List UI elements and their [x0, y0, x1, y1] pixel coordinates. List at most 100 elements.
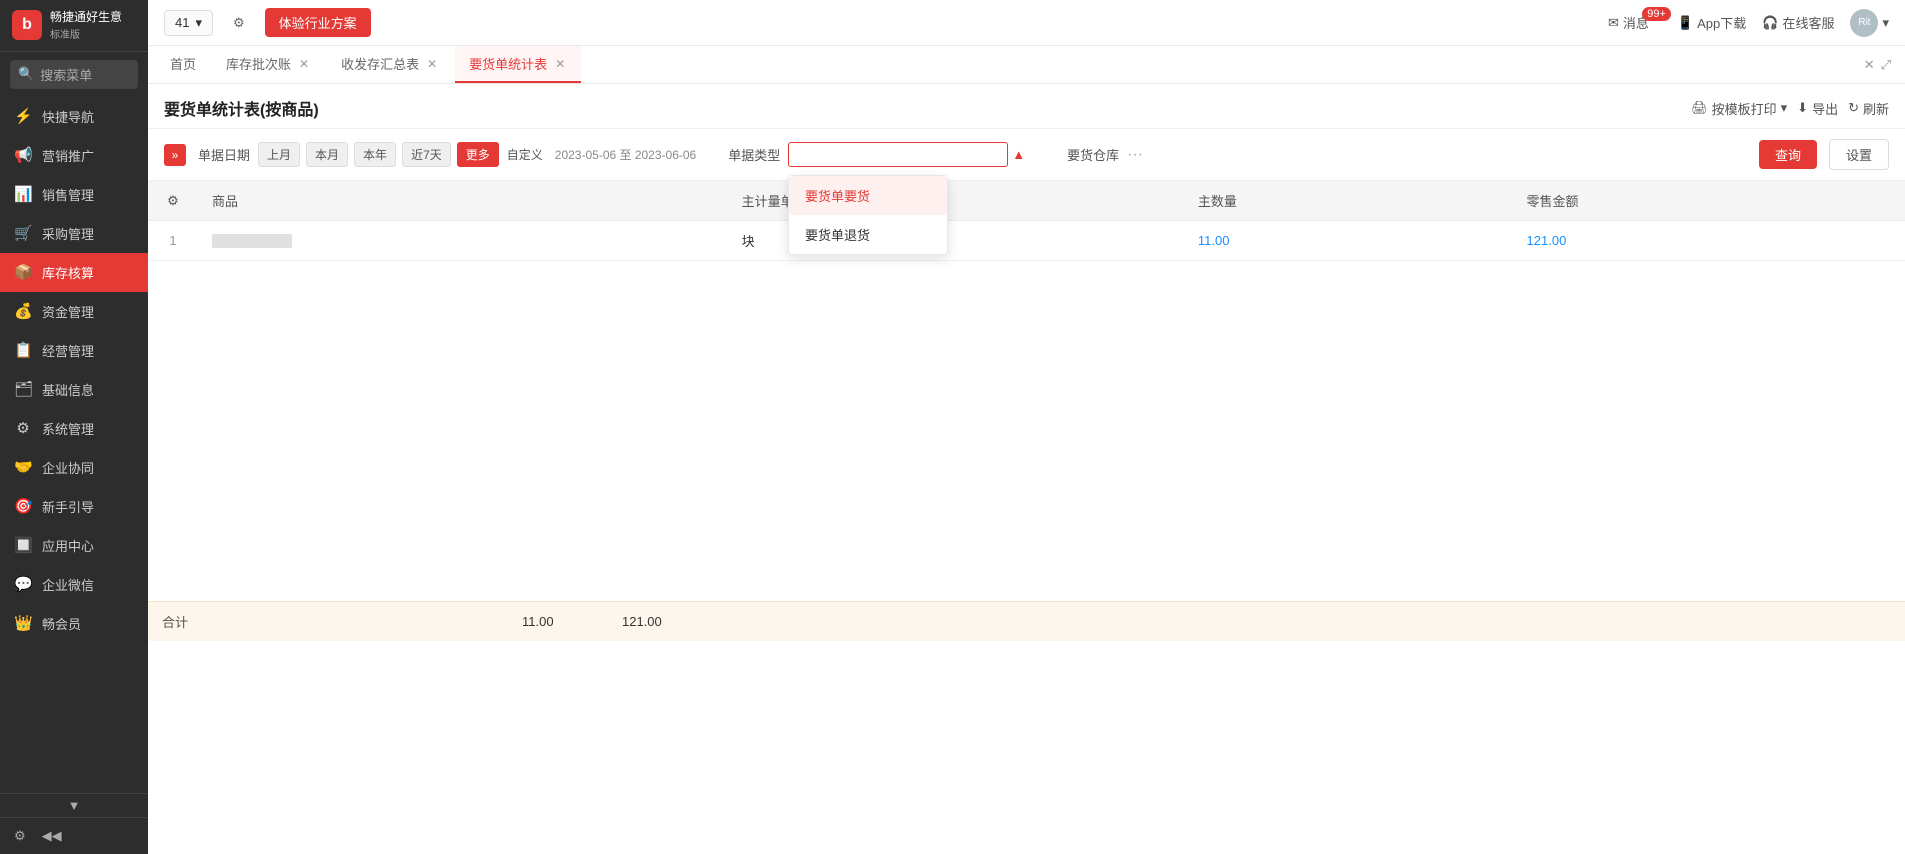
sidebar-item-apps[interactable]: 🔲 应用中心	[0, 526, 148, 565]
data-table: ⚙ 商品 主计量单位 主数量 零售金额 1	[148, 181, 1905, 261]
filter-expand-button[interactable]: »	[164, 144, 186, 166]
date-shortcut-thismonth[interactable]: 本月	[306, 142, 348, 167]
tab-recv-summary[interactable]: 收发存汇总表 ✕	[327, 46, 453, 83]
sidebar-search[interactable]: 🔍 搜索菜单	[10, 60, 138, 89]
tab-recv-summary-close[interactable]: ✕	[425, 56, 439, 72]
tab-order-stat-close[interactable]: ✕	[553, 56, 567, 72]
sidebar-item-quick-nav[interactable]: ⚡ 快捷导航	[0, 97, 148, 136]
avatar-text: Rit	[1858, 17, 1870, 28]
app-name: 畅捷通好生意	[50, 10, 122, 26]
table-row: 1 块 11.00 121.00	[148, 221, 1905, 261]
sidebar-item-base[interactable]: 🗂 基础信息	[0, 370, 148, 409]
sidebar-item-marketing[interactable]: 📢 营销推广	[0, 136, 148, 175]
store-dropdown-icon: ▾	[195, 15, 202, 31]
dropdown-item-order-goods[interactable]: 要货单要货	[789, 176, 947, 215]
sidebar-item-wechat[interactable]: 💬 企业微信	[0, 565, 148, 604]
warehouse-filter-dots[interactable]: ···	[1127, 146, 1143, 164]
type-filter-label: 单据类型	[728, 145, 780, 164]
date-filter-group: 单据日期 上月 本月 本年 近7天 更多 自定义	[198, 142, 543, 167]
sidebar-item-purchase[interactable]: 🛒 采购管理	[0, 214, 148, 253]
sidebar-item-inventory[interactable]: 📦 库存核算	[0, 253, 148, 292]
tab-order-stat[interactable]: 要货单统计表 ✕	[455, 46, 581, 83]
message-button[interactable]: ✉ 消息 99+	[1608, 13, 1661, 32]
row-amount-link[interactable]: 121.00	[1527, 233, 1567, 248]
sidebar-bottom: ⚙ ◀◀	[0, 817, 148, 854]
wechat-icon: 💬	[14, 575, 32, 593]
print-button[interactable]: 🖨 按模板打印 ▾	[1691, 99, 1787, 118]
sidebar-item-collab[interactable]: 🤝 企业协同	[0, 448, 148, 487]
sidebar-item-operation[interactable]: 📋 经营管理	[0, 331, 148, 370]
tab-inventory-batch[interactable]: 库存批次账 ✕	[212, 46, 325, 83]
gear-icon-small: ⚙	[167, 193, 179, 208]
settings-icon[interactable]: ⚙	[14, 828, 26, 844]
sidebar-item-sales[interactable]: 📊 销售管理	[0, 175, 148, 214]
date-custom[interactable]: 自定义	[507, 146, 543, 163]
table-header: ⚙ 商品 主计量单位 主数量 零售金额	[148, 181, 1905, 221]
page-actions: 🖨 按模板打印 ▾ ⬇ 导出 ↻ 刷新	[1691, 99, 1889, 118]
date-shortcut-lastmonth[interactable]: 上月	[258, 142, 300, 167]
sidebar-item-system[interactable]: ⚙ 系统管理	[0, 409, 148, 448]
dropdown-item-order-return[interactable]: 要货单退货	[789, 215, 947, 254]
date-shortcut-7days[interactable]: 近7天	[402, 142, 451, 167]
app-download-button[interactable]: 📱 App下载	[1677, 13, 1746, 32]
warehouse-filter-label: 要货仓库	[1067, 145, 1119, 164]
table-spacer	[148, 261, 1905, 601]
date-shortcut-more[interactable]: 更多	[457, 142, 499, 167]
tab-close-all-icon[interactable]: ✕	[1864, 57, 1875, 73]
sidebar-item-label: 应用中心	[42, 536, 94, 555]
print-icon: 🖨	[1691, 100, 1708, 116]
sidebar-item-label: 企业微信	[42, 575, 94, 594]
page-header: 要货单统计表(按商品) 🖨 按模板打印 ▾ ⬇ 导出 ↻ 刷新	[148, 84, 1905, 129]
store-selector[interactable]: 41 ▾	[164, 10, 213, 36]
sidebar-item-finance[interactable]: 💰 资金管理	[0, 292, 148, 331]
tab-home-label: 首页	[170, 54, 196, 73]
col-settings[interactable]: ⚙	[148, 181, 198, 221]
settings-button[interactable]: 设置	[1829, 139, 1889, 170]
tab-order-stat-label: 要货单统计表	[469, 54, 547, 73]
tabs-end: ✕ ⤢	[1858, 46, 1897, 83]
type-filter-input[interactable]	[788, 142, 1008, 167]
member-icon: 👑	[14, 614, 32, 632]
main-area: 41 ▾ ⚙ 体验行业方案 ✉ 消息 99+ 📱 App下载 🎧 在线客服	[148, 0, 1905, 854]
system-icon: ⚙	[14, 419, 32, 437]
row-qty-link[interactable]: 11.00	[1198, 233, 1230, 248]
sales-icon: 📊	[14, 185, 32, 203]
message-icon: ✉	[1608, 15, 1619, 31]
tab-inventory-batch-close[interactable]: ✕	[297, 56, 311, 72]
collapse-icon[interactable]: ◀◀	[42, 828, 62, 844]
type-select-wrapper: ▲	[788, 142, 1025, 167]
trial-button[interactable]: 体验行业方案	[265, 8, 371, 37]
topbar-gear-button[interactable]: ⚙	[225, 11, 253, 35]
export-button[interactable]: ⬇ 导出	[1797, 99, 1838, 118]
page-title: 要货单统计表(按商品)	[164, 96, 319, 120]
page-inner: 要货单统计表(按商品) 🖨 按模板打印 ▾ ⬇ 导出 ↻ 刷新	[148, 84, 1905, 854]
export-icon: ⬇	[1797, 100, 1808, 116]
online-service-label: 在线客服	[1782, 13, 1834, 32]
online-service-button[interactable]: 🎧 在线客服	[1762, 13, 1834, 32]
avatar: Rit	[1850, 9, 1878, 37]
user-avatar-button[interactable]: Rit ▾	[1850, 9, 1889, 37]
page-content: 要货单统计表(按商品) 🖨 按模板打印 ▾ ⬇ 导出 ↻ 刷新	[148, 84, 1905, 854]
date-shortcut-thisyear[interactable]: 本年	[354, 142, 396, 167]
refresh-button[interactable]: ↻ 刷新	[1848, 99, 1889, 118]
user-dropdown-icon: ▾	[1882, 15, 1889, 31]
col-product: 商品	[198, 181, 728, 221]
query-button[interactable]: 查询	[1759, 140, 1817, 169]
search-icon: 🔍	[18, 66, 34, 82]
date-range-text: 2023-05-06 至 2023-06-06	[555, 148, 696, 162]
tab-expand-icon[interactable]: ⤢	[1881, 57, 1891, 73]
sidebar-item-member[interactable]: 👑 畅会员	[0, 604, 148, 643]
sidebar-item-guide[interactable]: 🎯 新手引导	[0, 487, 148, 526]
sidebar-search-label: 搜索菜单	[40, 65, 92, 84]
tab-home[interactable]: 首页	[156, 46, 210, 83]
sidebar-item-label: 快捷导航	[42, 107, 94, 126]
topbar-right: ✉ 消息 99+ 📱 App下载 🎧 在线客服 Rit ▾	[1608, 9, 1889, 37]
type-filter-chevron[interactable]: ▲	[1012, 147, 1025, 162]
sidebar-scroll-down[interactable]: ▼	[0, 793, 148, 817]
print-expand-icon: ▾	[1781, 100, 1788, 116]
row-no: 1	[148, 221, 198, 261]
scroll-down-icon: ▼	[68, 798, 81, 813]
filter-bar: » 单据日期 上月 本月 本年 近7天 更多 自定义 2023-05-06 至 …	[148, 129, 1905, 181]
tabs-bar: 首页 库存批次账 ✕ 收发存汇总表 ✕ 要货单统计表 ✕ ✕ ⤢	[148, 46, 1905, 84]
table-footer: 合计 11.00 121.00	[148, 601, 1905, 641]
